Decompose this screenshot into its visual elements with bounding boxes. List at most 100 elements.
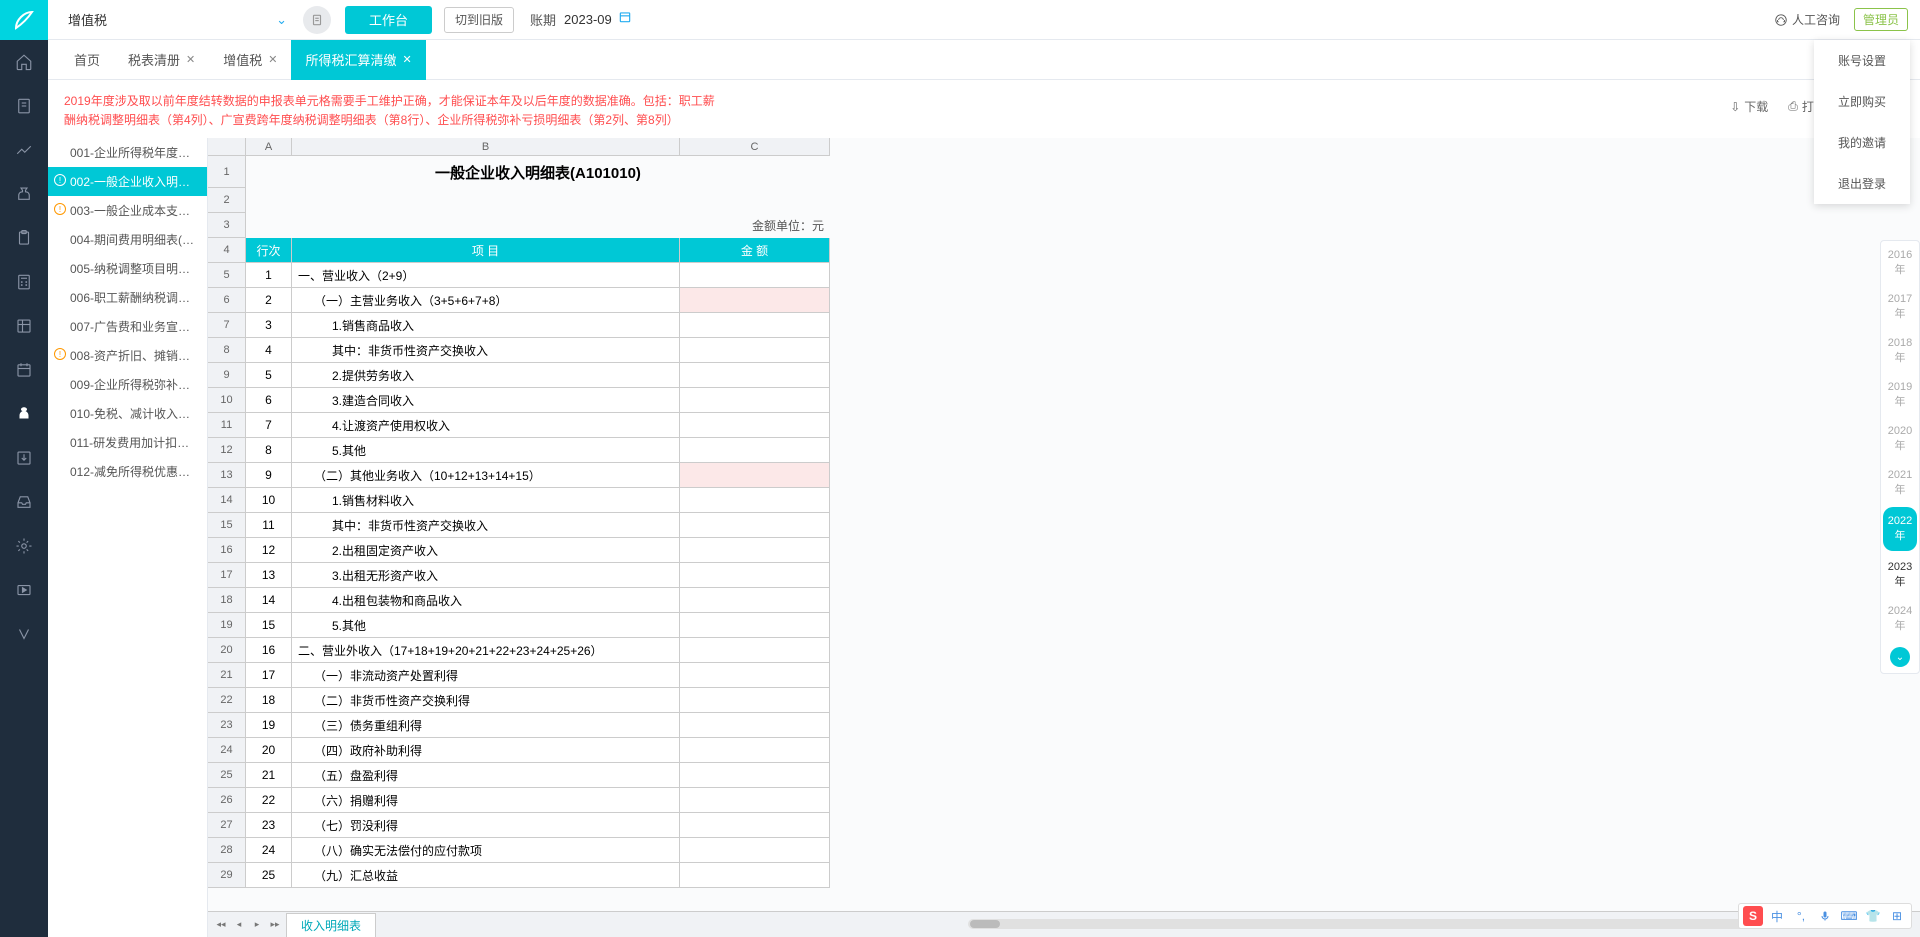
company-selector[interactable]: 增值税 ⌄ (60, 6, 295, 34)
form-item[interactable]: 005-纳税调整项目明细表(A1... (48, 254, 207, 283)
nav-form-icon[interactable] (0, 304, 48, 348)
nav-money-icon[interactable] (0, 172, 48, 216)
col-header[interactable]: A (246, 138, 292, 156)
ime-keyboard-icon[interactable]: ⌨ (1839, 906, 1859, 926)
ime-grid-icon[interactable]: ⊞ (1887, 906, 1907, 926)
row-header[interactable]: 27 (208, 813, 246, 838)
row-header[interactable]: 1 (208, 156, 246, 188)
tab-close-icon[interactable]: ✕ (268, 53, 277, 66)
download-button[interactable]: ⇩ 下载 (1730, 98, 1768, 115)
record-icon[interactable] (303, 6, 331, 34)
sheet-tab[interactable]: 收入明细表 (286, 913, 376, 937)
form-item[interactable]: 004-期间费用明细表(A1040... (48, 225, 207, 254)
row-header[interactable]: 19 (208, 613, 246, 638)
row-header[interactable]: 6 (208, 288, 246, 313)
row-header[interactable]: 9 (208, 363, 246, 388)
year-item[interactable]: 2024年 (1881, 597, 1919, 641)
sheet-grid[interactable]: ABC1234567891011121314151617181920212223… (208, 138, 1920, 911)
year-item[interactable]: 2016年 (1881, 241, 1919, 285)
row-header[interactable]: 7 (208, 313, 246, 338)
tab-close-icon[interactable]: ✕ (186, 53, 195, 66)
nav-doc-icon[interactable] (0, 84, 48, 128)
dropdown-item[interactable]: 立即购买 (1814, 81, 1910, 122)
form-item[interactable]: 010-免税、减计收入及加计... (48, 399, 207, 428)
admin-button[interactable]: 管理员 (1854, 8, 1908, 31)
app-logo[interactable] (0, 0, 48, 40)
row-amount[interactable] (680, 588, 830, 613)
col-header[interactable]: C (680, 138, 830, 156)
row-header[interactable]: 22 (208, 688, 246, 713)
row-amount[interactable] (680, 263, 830, 288)
form-item[interactable]: 006-职工薪酬纳税调整明细... (48, 283, 207, 312)
nav-v-icon[interactable] (0, 612, 48, 656)
form-item[interactable]: 012-减免所得税优惠明细表(... (48, 457, 207, 486)
row-header[interactable]: 28 (208, 838, 246, 863)
period-value[interactable]: 2023-09 (564, 12, 612, 27)
row-header[interactable]: 3 (208, 213, 246, 238)
consult-link[interactable]: 人工咨询 (1774, 11, 1840, 28)
nav-archive-icon[interactable] (0, 436, 48, 480)
row-amount[interactable] (680, 613, 830, 638)
row-amount[interactable] (680, 538, 830, 563)
row-header[interactable]: 20 (208, 638, 246, 663)
row-amount[interactable] (680, 838, 830, 863)
row-amount[interactable] (680, 688, 830, 713)
nav-date-icon[interactable] (0, 348, 48, 392)
row-amount[interactable] (680, 713, 830, 738)
dropdown-item[interactable]: 账号设置 (1814, 40, 1910, 81)
tab-增值税[interactable]: 增值税✕ (209, 40, 291, 80)
row-header[interactable]: 29 (208, 863, 246, 888)
row-header[interactable]: 5 (208, 263, 246, 288)
row-amount[interactable] (680, 663, 830, 688)
row-header[interactable]: 16 (208, 538, 246, 563)
row-amount[interactable] (680, 288, 830, 313)
row-header[interactable]: 2 (208, 188, 246, 213)
sheet-nav-last-icon[interactable]: ▸▸ (268, 918, 282, 932)
row-amount[interactable] (680, 388, 830, 413)
row-amount[interactable] (680, 338, 830, 363)
form-item[interactable]: 001-企业所得税年度纳税申... (48, 138, 207, 167)
row-amount[interactable] (680, 638, 830, 663)
year-item[interactable]: 2022年 (1883, 507, 1917, 551)
row-header[interactable]: 25 (208, 763, 246, 788)
row-amount[interactable] (680, 313, 830, 338)
nav-video-icon[interactable] (0, 568, 48, 612)
row-header[interactable]: 10 (208, 388, 246, 413)
nav-tax-icon[interactable] (0, 392, 48, 436)
row-amount[interactable] (680, 863, 830, 888)
row-amount[interactable] (680, 438, 830, 463)
nav-inbox-icon[interactable] (0, 480, 48, 524)
year-more-icon[interactable]: ⌄ (1890, 647, 1910, 667)
row-header[interactable]: 26 (208, 788, 246, 813)
row-header[interactable]: 17 (208, 563, 246, 588)
row-amount[interactable] (680, 363, 830, 388)
row-header[interactable]: 23 (208, 713, 246, 738)
form-item[interactable]: !002-一般企业收入明细表(A1... (48, 167, 207, 196)
workbench-button[interactable]: 工作台 (345, 6, 432, 34)
tab-首页[interactable]: 首页 (60, 40, 114, 80)
row-amount[interactable] (680, 788, 830, 813)
row-header[interactable]: 24 (208, 738, 246, 763)
tab-税表清册[interactable]: 税表清册✕ (114, 40, 209, 80)
ime-punct-icon[interactable]: °, (1791, 906, 1811, 926)
col-header[interactable]: B (292, 138, 680, 156)
row-header[interactable]: 21 (208, 663, 246, 688)
dropdown-item[interactable]: 我的邀请 (1814, 122, 1910, 163)
year-item[interactable]: 2019年 (1881, 373, 1919, 417)
nav-settings-icon[interactable] (0, 524, 48, 568)
row-header[interactable]: 11 (208, 413, 246, 438)
nav-clipboard-icon[interactable] (0, 216, 48, 260)
sheet-nav-prev-icon[interactable]: ◂ (232, 918, 246, 932)
row-amount[interactable] (680, 463, 830, 488)
row-header[interactable]: 14 (208, 488, 246, 513)
switch-old-button[interactable]: 切到旧版 (444, 7, 514, 33)
nav-calc-icon[interactable] (0, 260, 48, 304)
form-item[interactable]: 007-广告费和业务宣传费跨... (48, 312, 207, 341)
form-item[interactable]: 009-企业所得税弥补亏损明... (48, 370, 207, 399)
nav-chart-icon[interactable] (0, 128, 48, 172)
row-amount[interactable] (680, 488, 830, 513)
row-header[interactable]: 4 (208, 238, 246, 263)
row-header[interactable]: 12 (208, 438, 246, 463)
row-amount[interactable] (680, 813, 830, 838)
row-header[interactable]: 18 (208, 588, 246, 613)
